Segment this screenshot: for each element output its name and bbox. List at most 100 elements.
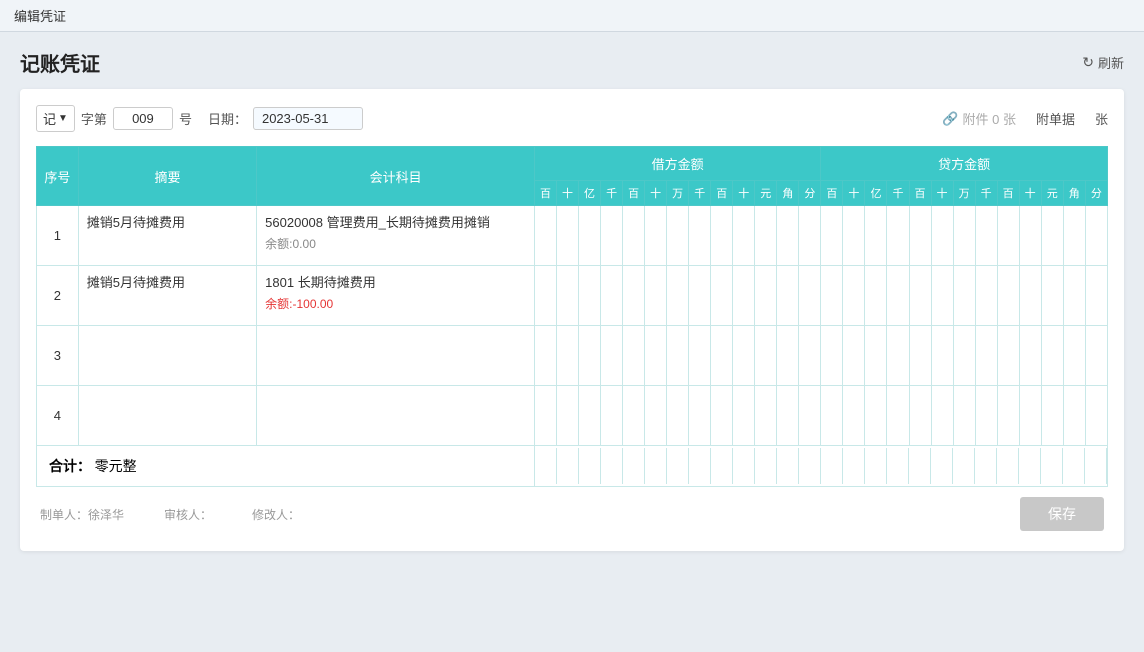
ji-select[interactable]: 记 ▼ bbox=[36, 105, 75, 132]
credit-cell-r3-c5[interactable] bbox=[931, 386, 953, 446]
debit-cell-r2-c2[interactable] bbox=[579, 326, 601, 386]
credit-cell-r0-c10[interactable] bbox=[1041, 206, 1063, 266]
fudanju-btn[interactable]: 附单据 bbox=[1036, 109, 1075, 128]
debit-cell-r1-c7[interactable] bbox=[689, 266, 711, 326]
credit-cell-r2-c3[interactable] bbox=[887, 326, 909, 386]
debit-cell-r2-c10[interactable] bbox=[755, 326, 777, 386]
credit-cell-r0-c7[interactable] bbox=[975, 206, 997, 266]
debit-cell-r0-c4[interactable] bbox=[623, 206, 645, 266]
row-summary-3[interactable] bbox=[78, 386, 256, 446]
debit-cell-r1-c8[interactable] bbox=[711, 266, 733, 326]
credit-cell-r3-c2[interactable] bbox=[865, 386, 887, 446]
debit-cell-r2-c1[interactable] bbox=[557, 326, 579, 386]
credit-cell-r2-c12[interactable] bbox=[1085, 326, 1107, 386]
credit-cell-r1-c1[interactable] bbox=[843, 266, 865, 326]
row-summary-1[interactable]: 摊销5月待摊费用 bbox=[78, 266, 256, 326]
debit-cell-r1-c1[interactable] bbox=[557, 266, 579, 326]
row-summary-2[interactable] bbox=[78, 326, 256, 386]
credit-cell-r2-c0[interactable] bbox=[821, 326, 843, 386]
debit-cell-r2-c9[interactable] bbox=[733, 326, 755, 386]
credit-cell-r1-c11[interactable] bbox=[1063, 266, 1085, 326]
debit-cell-r3-c10[interactable] bbox=[755, 386, 777, 446]
debit-cell-r0-c12[interactable] bbox=[799, 206, 821, 266]
debit-cell-r3-c4[interactable] bbox=[623, 386, 645, 446]
credit-cell-r1-c6[interactable] bbox=[953, 266, 975, 326]
debit-cell-r2-c6[interactable] bbox=[667, 326, 689, 386]
credit-cell-r1-c2[interactable] bbox=[865, 266, 887, 326]
debit-cell-r1-c4[interactable] bbox=[623, 266, 645, 326]
debit-cell-r0-c5[interactable] bbox=[645, 206, 667, 266]
credit-cell-r2-c8[interactable] bbox=[997, 326, 1019, 386]
debit-cell-r0-c11[interactable] bbox=[777, 206, 799, 266]
credit-cell-r1-c5[interactable] bbox=[931, 266, 953, 326]
debit-cell-r2-c0[interactable] bbox=[534, 326, 556, 386]
credit-cell-r3-c7[interactable] bbox=[975, 386, 997, 446]
row-account-0[interactable]: 56020008 管理费用_长期待摊费用摊销余额:0.00 bbox=[257, 206, 535, 266]
debit-cell-r3-c1[interactable] bbox=[557, 386, 579, 446]
debit-cell-r0-c0[interactable] bbox=[534, 206, 556, 266]
credit-cell-r0-c4[interactable] bbox=[909, 206, 931, 266]
row-account-2[interactable] bbox=[257, 326, 535, 386]
refresh-button[interactable]: ↻ 刷新 bbox=[1082, 53, 1124, 72]
debit-cell-r3-c6[interactable] bbox=[667, 386, 689, 446]
debit-cell-r2-c11[interactable] bbox=[777, 326, 799, 386]
credit-cell-r0-c8[interactable] bbox=[997, 206, 1019, 266]
debit-cell-r1-c11[interactable] bbox=[777, 266, 799, 326]
credit-cell-r0-c12[interactable] bbox=[1085, 206, 1107, 266]
debit-cell-r3-c2[interactable] bbox=[579, 386, 601, 446]
credit-cell-r2-c4[interactable] bbox=[909, 326, 931, 386]
debit-cell-r3-c8[interactable] bbox=[711, 386, 733, 446]
debit-cell-r1-c9[interactable] bbox=[733, 266, 755, 326]
credit-cell-r1-c4[interactable] bbox=[909, 266, 931, 326]
debit-cell-r0-c8[interactable] bbox=[711, 206, 733, 266]
credit-cell-r0-c0[interactable] bbox=[821, 206, 843, 266]
credit-cell-r3-c3[interactable] bbox=[887, 386, 909, 446]
debit-cell-r0-c1[interactable] bbox=[557, 206, 579, 266]
credit-cell-r0-c2[interactable] bbox=[865, 206, 887, 266]
debit-cell-r3-c7[interactable] bbox=[689, 386, 711, 446]
debit-cell-r2-c4[interactable] bbox=[623, 326, 645, 386]
debit-cell-r3-c3[interactable] bbox=[601, 386, 623, 446]
credit-cell-r2-c6[interactable] bbox=[953, 326, 975, 386]
credit-cell-r1-c10[interactable] bbox=[1041, 266, 1063, 326]
credit-cell-r2-c7[interactable] bbox=[975, 326, 997, 386]
credit-cell-r1-c12[interactable] bbox=[1085, 266, 1107, 326]
debit-cell-r3-c11[interactable] bbox=[777, 386, 799, 446]
credit-cell-r3-c10[interactable] bbox=[1041, 386, 1063, 446]
credit-cell-r3-c6[interactable] bbox=[953, 386, 975, 446]
debit-cell-r3-c9[interactable] bbox=[733, 386, 755, 446]
debit-cell-r2-c5[interactable] bbox=[645, 326, 667, 386]
debit-cell-r2-c8[interactable] bbox=[711, 326, 733, 386]
credit-cell-r0-c11[interactable] bbox=[1063, 206, 1085, 266]
credit-cell-r0-c9[interactable] bbox=[1019, 206, 1041, 266]
row-account-1[interactable]: 1801 长期待摊费用余额:-100.00 bbox=[257, 266, 535, 326]
credit-cell-r1-c7[interactable] bbox=[975, 266, 997, 326]
credit-cell-r3-c12[interactable] bbox=[1085, 386, 1107, 446]
credit-cell-r0-c3[interactable] bbox=[887, 206, 909, 266]
attachment-link[interactable]: 🔗 附件 0 张 bbox=[942, 109, 1016, 128]
debit-cell-r3-c5[interactable] bbox=[645, 386, 667, 446]
debit-cell-r3-c12[interactable] bbox=[799, 386, 821, 446]
credit-cell-r2-c2[interactable] bbox=[865, 326, 887, 386]
debit-cell-r0-c9[interactable] bbox=[733, 206, 755, 266]
debit-cell-r1-c10[interactable] bbox=[755, 266, 777, 326]
credit-cell-r1-c0[interactable] bbox=[821, 266, 843, 326]
date-input[interactable] bbox=[253, 107, 363, 130]
credit-cell-r3-c1[interactable] bbox=[843, 386, 865, 446]
row-summary-0[interactable]: 摊销5月待摊费用 bbox=[78, 206, 256, 266]
debit-cell-r1-c3[interactable] bbox=[601, 266, 623, 326]
debit-cell-r0-c10[interactable] bbox=[755, 206, 777, 266]
credit-cell-r1-c8[interactable] bbox=[997, 266, 1019, 326]
save-button[interactable]: 保存 bbox=[1020, 497, 1104, 531]
debit-cell-r1-c5[interactable] bbox=[645, 266, 667, 326]
credit-cell-r3-c11[interactable] bbox=[1063, 386, 1085, 446]
debit-cell-r0-c7[interactable] bbox=[689, 206, 711, 266]
debit-cell-r1-c2[interactable] bbox=[579, 266, 601, 326]
credit-cell-r0-c6[interactable] bbox=[953, 206, 975, 266]
credit-cell-r3-c9[interactable] bbox=[1019, 386, 1041, 446]
debit-cell-r1-c12[interactable] bbox=[799, 266, 821, 326]
credit-cell-r2-c11[interactable] bbox=[1063, 326, 1085, 386]
debit-cell-r2-c3[interactable] bbox=[601, 326, 623, 386]
credit-cell-r2-c5[interactable] bbox=[931, 326, 953, 386]
credit-cell-r0-c1[interactable] bbox=[843, 206, 865, 266]
